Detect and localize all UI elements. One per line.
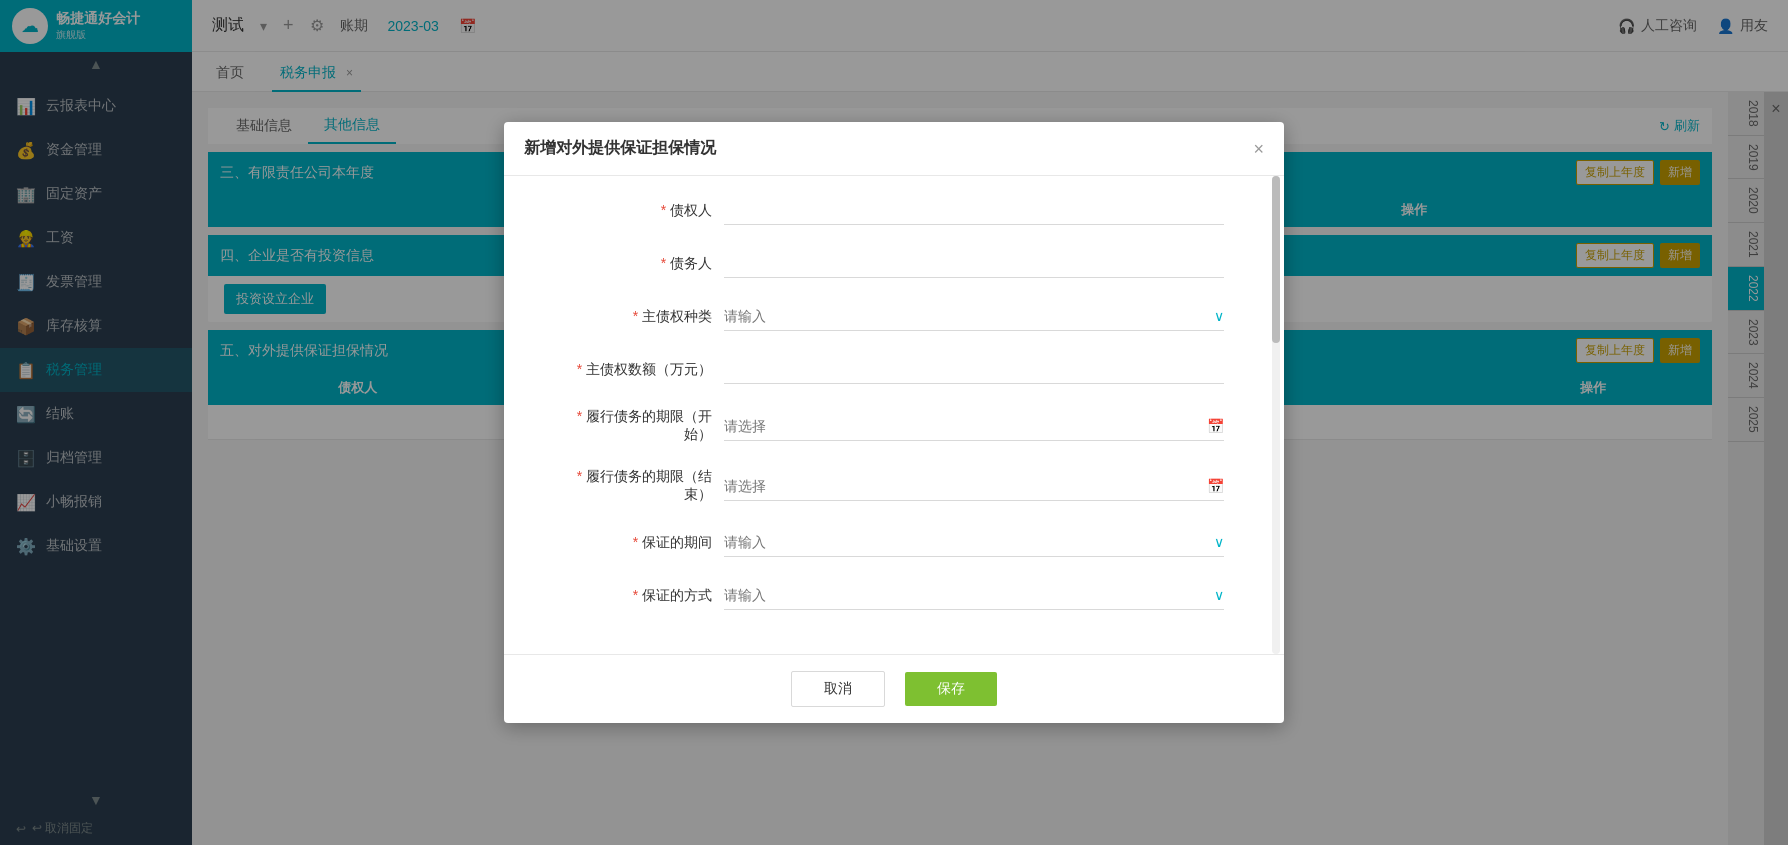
chevron-down-icon-guarantee-period[interactable]: ∨ [1214, 534, 1224, 550]
label-guarantee-period: * 保证的期间 [564, 534, 724, 552]
select-debt-type[interactable] [724, 302, 1214, 330]
date-wrapper-period-end: 📅 [724, 472, 1224, 501]
input-debtor[interactable] [724, 249, 1224, 278]
dialog-scrollbar-thumb [1272, 176, 1280, 343]
date-input-period-start[interactable] [724, 412, 1207, 440]
chevron-down-icon-guarantee-method[interactable]: ∨ [1214, 587, 1224, 603]
form-row-debt-amount: * 主债权数额（万元） [564, 355, 1224, 384]
required-star-guarantee-method: * [633, 587, 638, 603]
calendar-icon-period-end[interactable]: 📅 [1207, 478, 1224, 494]
dialog-close-icon[interactable]: × [1253, 140, 1264, 158]
calendar-icon-period-start[interactable]: 📅 [1207, 418, 1224, 434]
label-guarantee-method: * 保证的方式 [564, 587, 724, 605]
select-guarantee-period[interactable] [724, 528, 1214, 556]
label-period-end: * 履行债务的期限（结束） [564, 468, 724, 504]
form-row-period-start: * 履行债务的期限（开始） 📅 [564, 408, 1224, 444]
required-star-period-end: * [577, 468, 582, 484]
required-star-debt-type: * [633, 308, 638, 324]
dialog-scrollbar-track[interactable] [1272, 176, 1280, 654]
form-row-debt-type: * 主债权种类 ∨ [564, 302, 1224, 331]
dialog-footer: 取消 保存 [504, 654, 1284, 723]
chevron-down-icon-debt-type[interactable]: ∨ [1214, 308, 1224, 324]
date-input-period-end[interactable] [724, 472, 1207, 500]
select-guarantee-method[interactable] [724, 581, 1214, 609]
save-button[interactable]: 保存 [905, 672, 997, 706]
dialog-overlay[interactable]: 新增对外提供保证担保情况 × * 债权人 * 债务人 [0, 0, 1788, 845]
input-debt-amount[interactable] [724, 355, 1224, 384]
required-star-guarantee-period: * [633, 534, 638, 550]
dialog: 新增对外提供保证担保情况 × * 债权人 * 债务人 [504, 122, 1284, 723]
date-wrapper-period-start: 📅 [724, 412, 1224, 441]
form-row-period-end: * 履行债务的期限（结束） 📅 [564, 468, 1224, 504]
label-debtor: * 债务人 [564, 255, 724, 273]
select-wrapper-debt-type: ∨ [724, 302, 1224, 331]
form-row-debtor: * 债务人 [564, 249, 1224, 278]
label-debt-type: * 主债权种类 [564, 308, 724, 326]
form-row-guarantee-method: * 保证的方式 ∨ [564, 581, 1224, 610]
required-star-debtor: * [661, 255, 666, 271]
form-row-guarantee-period: * 保证的期间 ∨ [564, 528, 1224, 557]
dialog-body: * 债权人 * 债务人 * 主债权种类 [504, 176, 1284, 654]
cancel-button[interactable]: 取消 [791, 671, 885, 707]
form-row-creditor: * 债权人 [564, 196, 1224, 225]
required-star-debt-amount: * [577, 361, 582, 377]
select-wrapper-guarantee-method: ∨ [724, 581, 1224, 610]
dialog-header: 新增对外提供保证担保情况 × [504, 122, 1284, 176]
select-wrapper-guarantee-period: ∨ [724, 528, 1224, 557]
input-creditor[interactable] [724, 196, 1224, 225]
dialog-title: 新增对外提供保证担保情况 [524, 138, 716, 159]
label-debt-amount: * 主债权数额（万元） [564, 361, 724, 379]
required-star-period-start: * [577, 408, 582, 424]
required-star-creditor: * [661, 202, 666, 218]
label-period-start: * 履行债务的期限（开始） [564, 408, 724, 444]
label-creditor: * 债权人 [564, 202, 724, 220]
